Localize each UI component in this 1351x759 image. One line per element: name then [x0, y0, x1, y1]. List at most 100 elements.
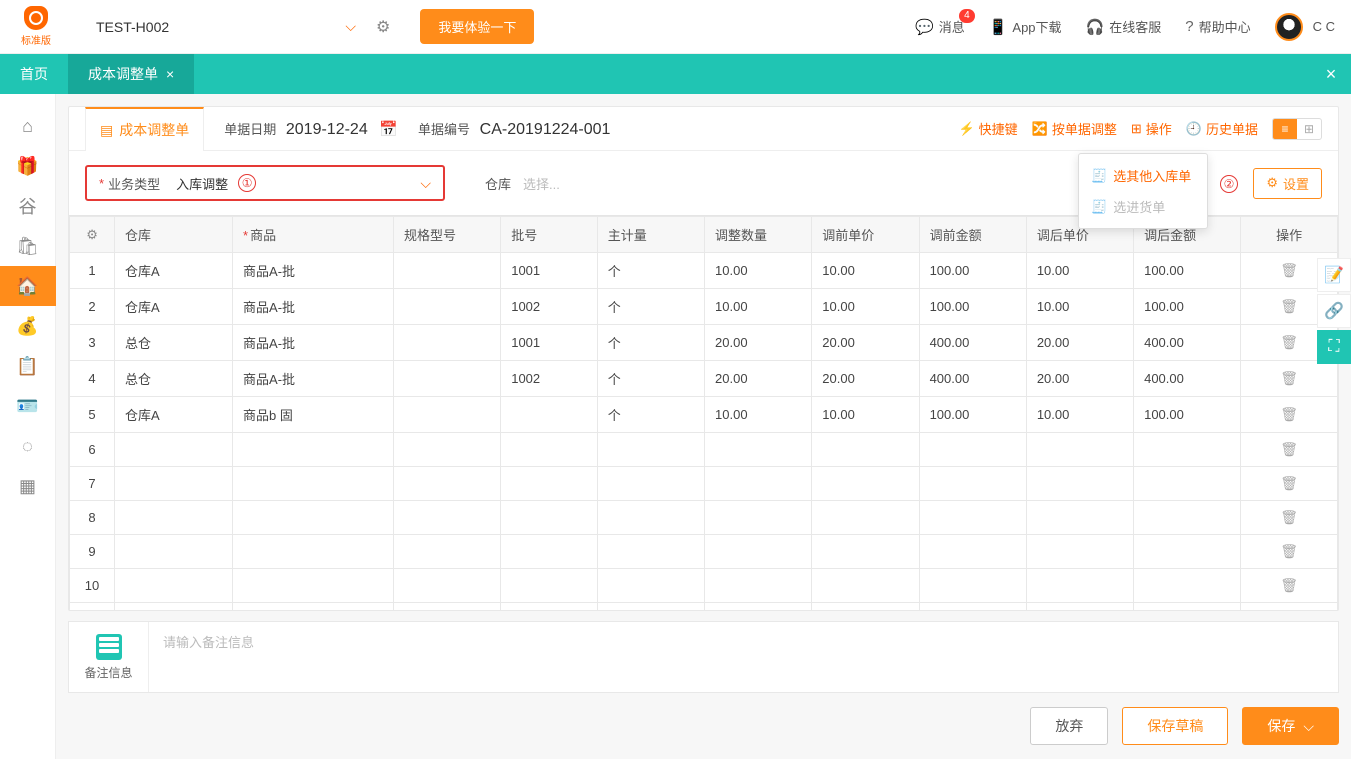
rail-money-icon[interactable]: 💰: [0, 306, 56, 346]
save-draft-button[interactable]: 保存草稿: [1122, 707, 1228, 745]
tenant-name: TEST-H002: [96, 19, 169, 35]
content-area: ▤ 成本调整单 单据日期 2019-12-24 📅 单据编号 CA-201912…: [56, 94, 1351, 759]
table-row[interactable]: 8🗑: [70, 501, 1338, 535]
filter-row: * 业务类型 入库调整 ① ⌵ 仓库 选择... 🧾选其他入库单 🧾选进货单 ②…: [69, 151, 1338, 215]
annotation-circle-2: ②: [1220, 175, 1238, 193]
remarks-input[interactable]: 请输入备注信息: [149, 622, 1338, 692]
tabbar-close-button[interactable]: ×: [1311, 54, 1351, 94]
settings-button[interactable]: ⚙设置: [1253, 168, 1322, 199]
online-service-link[interactable]: 🎧 在线客服: [1086, 17, 1162, 36]
user-avatar[interactable]: [1275, 13, 1303, 41]
col-adjqty: 调整数量: [705, 217, 812, 253]
table-row[interactable]: 1仓库A商品A-批1001个10.0010.00100.0010.00100.0…: [70, 253, 1338, 289]
col-spec: 规格型号: [393, 217, 500, 253]
float-expand-icon[interactable]: ⛶: [1317, 330, 1351, 364]
rail-new-icon[interactable]: ▦: [0, 466, 56, 506]
app-download-link[interactable]: 📱 App下载: [989, 17, 1062, 36]
table-row[interactable]: 5仓库A商品b 固个10.0010.00100.0010.00100.00🗑: [70, 397, 1338, 433]
col-gear[interactable]: ⚙: [70, 217, 115, 253]
lightning-icon: ⚡: [958, 121, 974, 137]
float-link-icon[interactable]: 🔗: [1317, 294, 1351, 328]
annotation-circle-1: ①: [238, 174, 256, 192]
rail-clipboard-icon[interactable]: 📋: [0, 346, 56, 386]
form-card: ▤ 成本调整单 单据日期 2019-12-24 📅 单据编号 CA-201912…: [68, 106, 1339, 611]
table-row[interactable]: 3总仓商品A-批1001个20.0020.00400.0020.00400.00…: [70, 325, 1338, 361]
adjust-icon: 🔀: [1032, 121, 1048, 137]
table-row[interactable]: 6🗑: [70, 433, 1338, 467]
chevron-down-icon: ⌵: [420, 175, 431, 192]
headset-icon: 🎧: [1086, 18, 1105, 36]
col-unit: 主计量: [597, 217, 704, 253]
table-row[interactable]: 10🗑: [70, 569, 1338, 603]
top-header: 标准版 TEST-H002 ⌵ ⚙ 我要体验一下 💬 消息 4 📱 App下载 …: [0, 0, 1351, 54]
message-icon: 💬: [915, 18, 934, 36]
data-table-wrap: ⚙ 仓库 *商品 规格型号 批号 主计量 调整数量 调前单价 调前金额 调后单价…: [69, 215, 1338, 610]
table-row[interactable]: 11🗑: [70, 603, 1338, 611]
col-preprice: 调前单价: [812, 217, 919, 253]
table-row[interactable]: 2仓库A商品A-批1002个10.0010.00100.0010.00100.0…: [70, 289, 1338, 325]
delete-row-icon[interactable]: 🗑: [1280, 370, 1298, 386]
abandon-button[interactable]: 放弃: [1030, 707, 1108, 745]
shortcut-link[interactable]: ⚡快捷键: [958, 119, 1017, 138]
delete-row-icon[interactable]: 🗑: [1280, 509, 1298, 525]
data-table: ⚙ 仓库 *商品 规格型号 批号 主计量 调整数量 调前单价 调前金额 调后单价…: [69, 216, 1338, 610]
tab-home[interactable]: 首页: [0, 54, 68, 94]
dd-purchase-order: 🧾选进货单: [1079, 191, 1207, 222]
form-title-tab[interactable]: ▤ 成本调整单: [85, 107, 204, 151]
chevron-down-icon: ⌵: [345, 18, 356, 35]
tab-cost-adjust[interactable]: 成本调整单 ×: [68, 54, 194, 94]
try-experience-button[interactable]: 我要体验一下: [420, 9, 534, 44]
table-row[interactable]: 7🗑: [70, 467, 1338, 501]
tab-close-icon[interactable]: ×: [166, 66, 174, 82]
messages-link[interactable]: 💬 消息 4: [915, 17, 965, 36]
rail-warehouse-icon[interactable]: 🏠: [0, 266, 56, 306]
save-button[interactable]: 保存⌵: [1242, 707, 1339, 745]
business-type-select[interactable]: * 业务类型 入库调整 ① ⌵: [85, 165, 445, 201]
left-nav-rail: ⌂ 🎁 ⾕ 🛍 🏠 💰 📋 🪪 ◌ ▦: [0, 94, 56, 759]
help-center-link[interactable]: ? 帮助中心: [1185, 17, 1250, 36]
history-icon: 🕘: [1186, 121, 1202, 137]
view-grid-icon[interactable]: ⊞: [1297, 119, 1321, 139]
gear-icon: ⚙: [1266, 175, 1278, 191]
delete-row-icon[interactable]: 🗑: [1280, 406, 1298, 422]
rail-sync-icon[interactable]: ◌: [0, 426, 56, 466]
tenant-selector[interactable]: TEST-H002 ⌵: [96, 18, 356, 35]
delete-row-icon[interactable]: 🗑: [1280, 577, 1298, 593]
warehouse-select[interactable]: 仓库 选择...: [485, 174, 560, 193]
delete-row-icon[interactable]: 🗑: [1280, 298, 1298, 314]
logo-icon: [24, 6, 48, 30]
delete-row-icon[interactable]: 🗑: [1280, 441, 1298, 457]
help-icon: ?: [1185, 18, 1193, 35]
logo[interactable]: 标准版: [16, 6, 56, 47]
table-row[interactable]: 4总仓商品A-批1002个20.0020.00400.0020.00400.00…: [70, 361, 1338, 397]
delete-row-icon[interactable]: 🗑: [1280, 334, 1298, 350]
col-preamount: 调前金额: [919, 217, 1026, 253]
rail-house-icon[interactable]: ⾕: [0, 186, 56, 226]
col-op: 操作: [1241, 217, 1338, 253]
dd-other-inbound[interactable]: 🧾选其他入库单: [1079, 160, 1207, 191]
table-row[interactable]: 9🗑: [70, 535, 1338, 569]
chevron-down-icon: ⌵: [1303, 718, 1314, 735]
col-batch: 批号: [501, 217, 598, 253]
username-label: C C: [1313, 19, 1335, 34]
operation-link[interactable]: ⊞操作: [1131, 119, 1172, 138]
rail-home-icon[interactable]: ⌂: [0, 106, 56, 146]
messages-badge: 4: [959, 9, 975, 23]
rail-bag-icon[interactable]: 🛍: [0, 226, 56, 266]
delete-row-icon[interactable]: 🗑: [1280, 475, 1298, 491]
rail-gift-icon[interactable]: 🎁: [0, 146, 56, 186]
settings-gear-icon[interactable]: ⚙: [376, 17, 390, 37]
delete-row-icon[interactable]: 🗑: [1280, 262, 1298, 278]
view-list-icon[interactable]: ≡: [1273, 119, 1297, 139]
bill-date-field[interactable]: 单据日期 2019-12-24 📅: [224, 119, 398, 139]
delete-row-icon[interactable]: 🗑: [1280, 543, 1298, 559]
col-product: *商品: [233, 217, 394, 253]
float-note-icon[interactable]: 📝: [1317, 258, 1351, 292]
order-source-dropdown: 🧾选其他入库单 🧾选进货单: [1078, 153, 1208, 229]
tab-bar: 首页 成本调整单 × ×: [0, 54, 1351, 94]
calendar-icon[interactable]: 📅: [379, 121, 398, 138]
rail-user-card-icon[interactable]: 🪪: [0, 386, 56, 426]
history-link[interactable]: 🕘历史单据: [1186, 119, 1258, 138]
doc-icon: 🧾: [1091, 199, 1107, 215]
by-order-link[interactable]: 🔀按单据调整: [1032, 119, 1117, 138]
